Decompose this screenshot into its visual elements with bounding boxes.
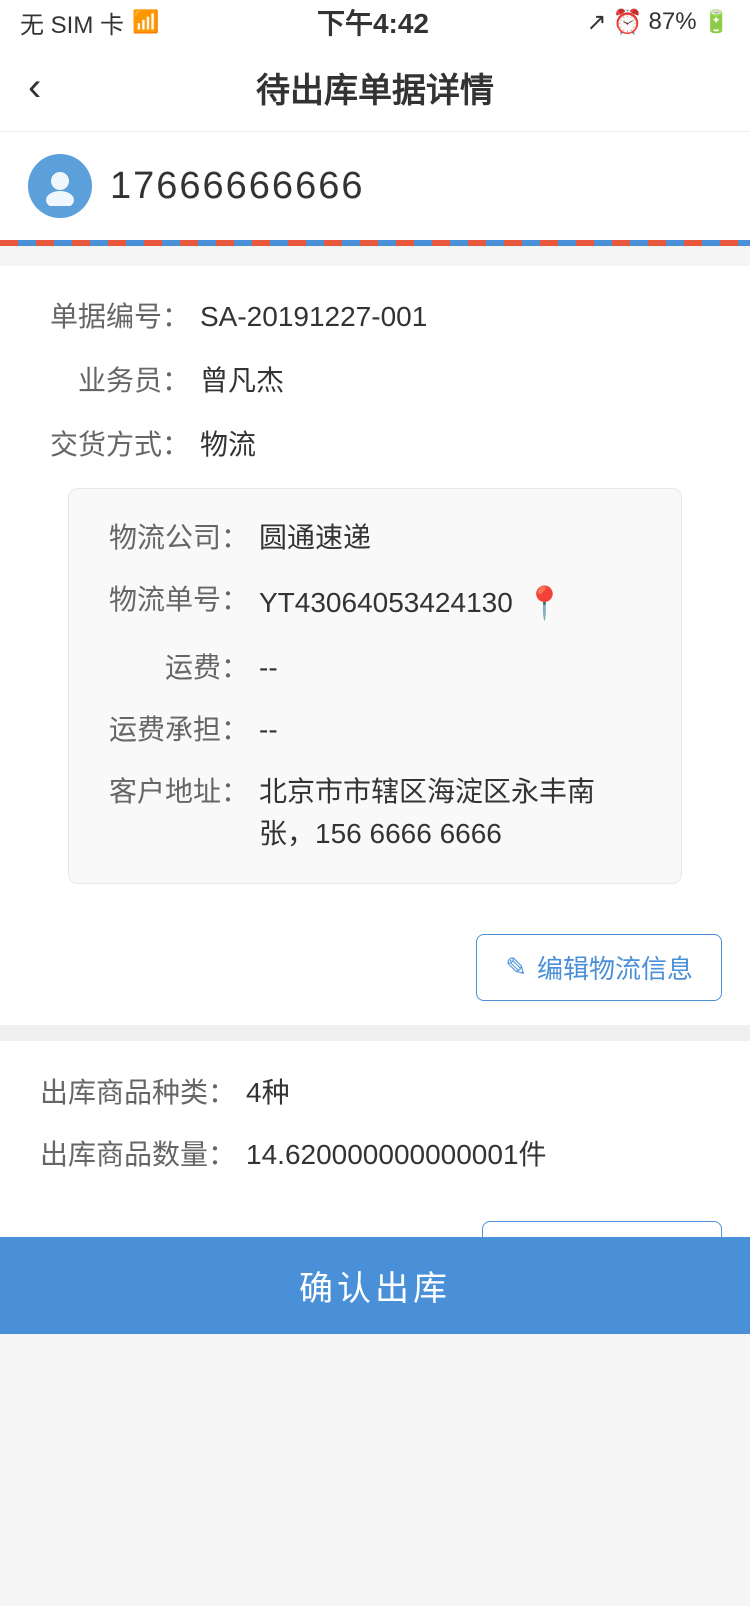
goods-qty-value: 14.620000000000001件 (236, 1133, 710, 1173)
goods-types-label: 出库商品种类： (40, 1071, 236, 1111)
logistics-tracking-value: YT43064053424130 📍 (249, 579, 651, 627)
freight-label: 运费： (99, 647, 249, 689)
logistics-card: 物流公司： 圆通速递 物流单号： YT43064053424130 📍 运费： … (68, 488, 682, 884)
freight-value: -- (249, 647, 651, 689)
tracking-number: YT43064053424130 (259, 582, 513, 624)
freight-row: 运费： -- (99, 647, 651, 689)
carrier-label: 无 SIM 卡 (20, 5, 124, 40)
address-value: 北京市市辖区海淀区永丰南 张，156 6666 6666 (249, 771, 651, 855)
logistics-tracking-row: 物流单号： YT43064053424130 📍 (99, 579, 651, 627)
goods-types-row: 出库商品种类： 4种 (40, 1071, 710, 1111)
logistics-company-row: 物流公司： 圆通速递 (99, 517, 651, 559)
nav-bar: ‹ 待出库单据详情 (0, 44, 750, 132)
customer-avatar (28, 154, 92, 218)
customer-header: 17666666666 (0, 132, 750, 240)
goods-types-value: 4种 (236, 1071, 710, 1111)
edit-button-row: ✎ 编辑物流信息 (0, 914, 750, 1025)
customer-phone: 17666666666 (110, 165, 364, 208)
page-title: 待出库单据详情 (256, 63, 494, 112)
order-no-row: 单据编号： SA-20191227-001 (40, 296, 710, 338)
logistics-tracking-label: 物流单号： (99, 579, 249, 621)
wifi-icon: 📶 (132, 9, 159, 35)
back-button[interactable]: ‹ (28, 65, 41, 110)
logistics-company-label: 物流公司： (99, 517, 249, 559)
freight-bearer-label: 运费承担： (99, 709, 249, 751)
dashed-divider (0, 240, 750, 246)
status-bar: 无 SIM 卡 📶 下午4:42 ↗ ⏰ 87% 🔋 (0, 0, 750, 44)
confirm-button[interactable]: 确认出库 (0, 1237, 750, 1334)
goods-qty-label: 出库商品数量： (40, 1133, 236, 1173)
battery-icon: 🔋 (703, 9, 730, 35)
battery-label: 87% (649, 8, 697, 36)
avatar-icon (40, 166, 80, 206)
salesman-value: 曾凡杰 (190, 360, 710, 402)
alarm-icon: ⏰ (613, 8, 643, 37)
section-divider-1 (0, 1025, 750, 1041)
salesman-row: 业务员： 曾凡杰 (40, 360, 710, 402)
status-left: 无 SIM 卡 📶 (20, 5, 159, 40)
goods-section: 出库商品种类： 4种 出库商品数量： 14.620000000000001件 (0, 1041, 750, 1203)
status-time: 下午4:42 (317, 2, 429, 42)
map-pin-icon[interactable]: 📍 (525, 579, 565, 627)
salesman-label: 业务员： (40, 360, 190, 402)
goods-qty-row: 出库商品数量： 14.620000000000001件 (40, 1133, 710, 1173)
location-icon: ↗ (587, 8, 607, 37)
edit-logistics-button[interactable]: ✎ 编辑物流信息 (476, 934, 722, 1001)
confirm-button-label: 确认出库 (299, 1261, 451, 1310)
bottom-spacer (0, 1316, 750, 1516)
delivery-value: 物流 (190, 424, 710, 466)
freight-bearer-value: -- (249, 709, 651, 751)
order-info-section: 单据编号： SA-20191227-001 业务员： 曾凡杰 交货方式： 物流 … (0, 266, 750, 914)
order-no-value: SA-20191227-001 (190, 296, 710, 338)
address-label: 客户地址： (99, 771, 249, 813)
edit-button-label: 编辑物流信息 (537, 949, 693, 986)
address-row: 客户地址： 北京市市辖区海淀区永丰南 张，156 6666 6666 (99, 771, 651, 855)
edit-icon: ✎ (505, 952, 527, 983)
order-no-label: 单据编号： (40, 296, 190, 338)
delivery-row: 交货方式： 物流 (40, 424, 710, 466)
freight-bearer-row: 运费承担： -- (99, 709, 651, 751)
logistics-company-value: 圆通速递 (249, 517, 651, 559)
status-right: ↗ ⏰ 87% 🔋 (587, 8, 730, 37)
delivery-label: 交货方式： (40, 424, 190, 466)
